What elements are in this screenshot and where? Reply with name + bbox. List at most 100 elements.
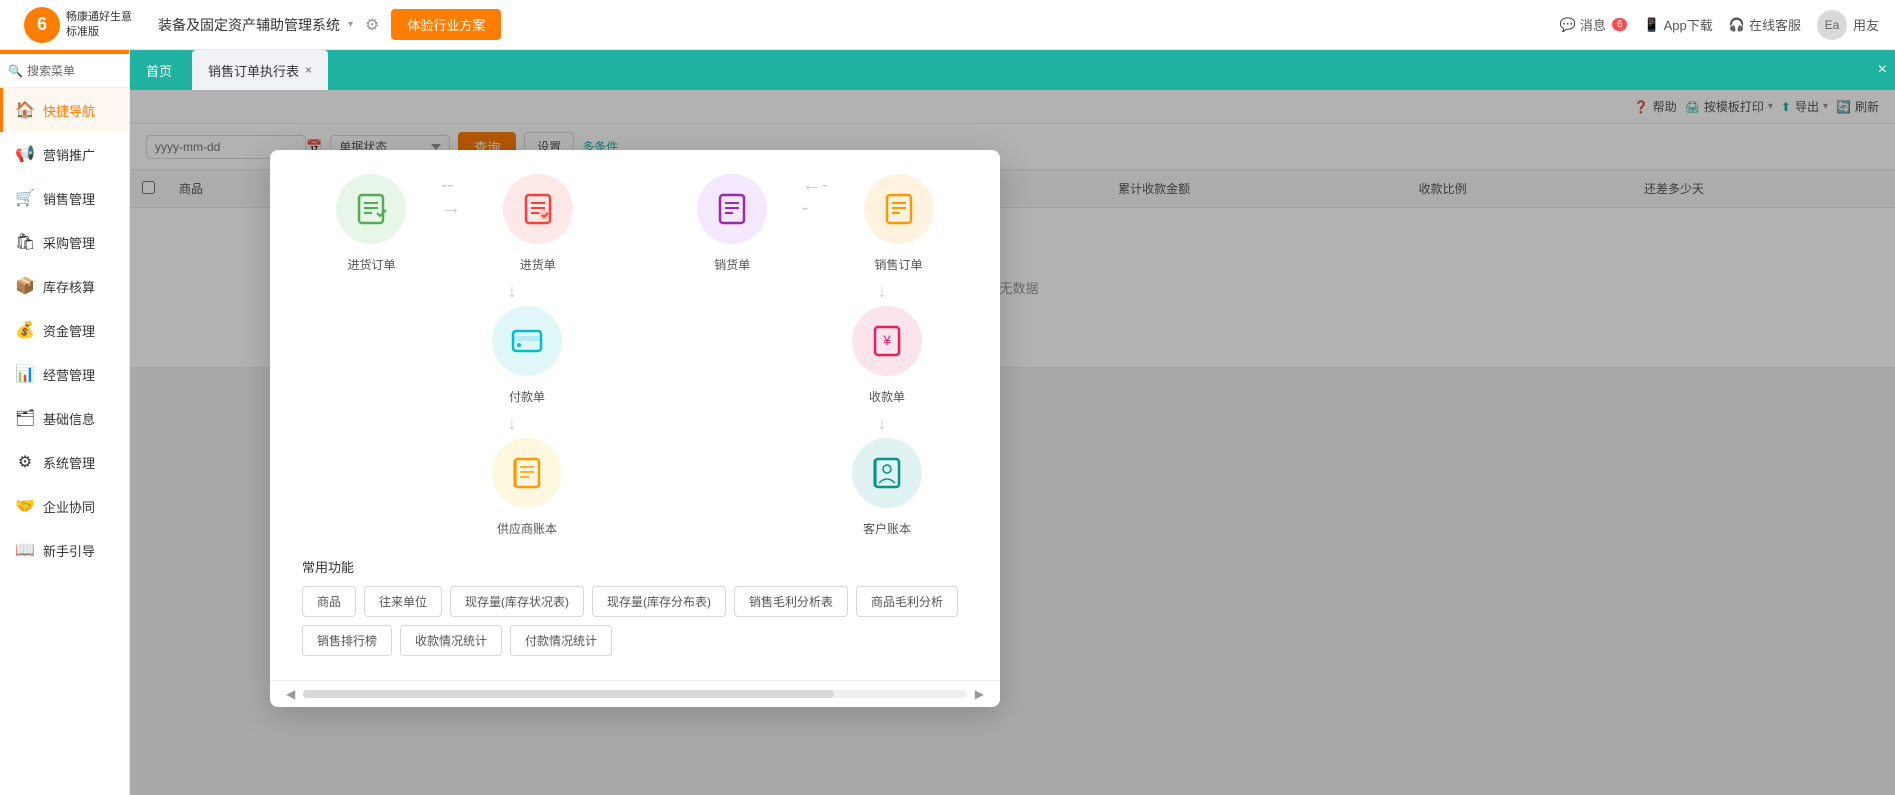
btn-payment-stat[interactable]: 付款情况统计 (510, 625, 612, 656)
flow-item-sales-bill[interactable]: 销货单 (663, 174, 802, 273)
sidebar-item-marketing[interactable]: 📢 营销推广 (0, 132, 129, 176)
scroll-right-icon[interactable]: ▶ (975, 687, 984, 701)
avatar: Ea (1817, 10, 1847, 40)
tab-close-icon[interactable]: × (305, 64, 312, 76)
sidebar-item-guide[interactable]: 📖 新手引导 (0, 528, 129, 572)
system-icon: ⚙ (15, 452, 35, 472)
supplier-ledger-label: 供应商账本 (497, 520, 557, 537)
home-icon: 🏠 (15, 100, 35, 120)
app-wrapper: 6 畅康通好生意 标准版 装备及固定资产辅助管理系统 ▾ ⚙ 体验行业方案 💬 … (0, 0, 1895, 795)
modal-overlay: 进货订单 - - → 进货单 (130, 90, 1895, 795)
trial-button[interactable]: 体验行业方案 (391, 9, 501, 40)
flow-item-purchase-bill[interactable]: 进货单 (468, 174, 607, 273)
top-right-area: 💬 消息 6 📱 App下载 🎧 在线客服 Ea 用友 (1560, 10, 1879, 40)
btn-unit[interactable]: 往来单位 (364, 586, 442, 617)
user-menu[interactable]: Ea 用友 (1817, 10, 1879, 40)
online-service-button[interactable]: 🎧 在线客服 (1729, 15, 1801, 34)
purchase-icon: 🛍 (15, 232, 35, 252)
sidebar-item-sales[interactable]: 🛒 销售管理 (0, 176, 129, 220)
payment-label: 付款单 (509, 388, 545, 405)
sidebar-item-quick-nav[interactable]: 🏠 快捷导航 (0, 88, 129, 132)
btn-product[interactable]: 商品 (302, 586, 356, 617)
finance-icon: 💰 (15, 320, 35, 340)
sidebar-item-operation[interactable]: 📊 经营管理 (0, 352, 129, 396)
basic-icon: 🗂 (15, 408, 35, 428)
tab-home[interactable]: 首页 (130, 50, 188, 90)
sidebar-item-finance[interactable]: 💰 资金管理 (0, 308, 129, 352)
flow-row-2: 付款单 ¥ 收款单 (302, 306, 968, 405)
arrow-h-1: - - → (441, 174, 468, 248)
purchase-order-label: 进货订单 (347, 256, 395, 273)
sidebar: 🔍 搜索菜单 🏠 快捷导航 📢 营销推广 🛒 销售管理 🛍 采购管理 📦 (0, 50, 130, 795)
modal-scroll-bar: ◀ ▶ (270, 680, 1000, 707)
logo-area: 6 畅康通好生意 标准版 (16, 7, 146, 43)
flow-item-payment[interactable]: 付款单 (452, 306, 602, 405)
arrow-down-2: ↓ (812, 281, 962, 302)
sidebar-item-purchase[interactable]: 🛍 采购管理 (0, 220, 129, 264)
btn-product-profit[interactable]: 商品毛利分析 (856, 586, 958, 617)
page-content: ❓ 帮助 🖨 按模板打印 ▾ ⬆ 导出 ▾ 🔄 (130, 90, 1895, 795)
flow-arrows-down-row-2: ↓ ↓ (302, 413, 968, 434)
main-area: 🔍 搜索菜单 🏠 快捷导航 📢 营销推广 🛒 销售管理 🛍 采购管理 📦 (0, 50, 1895, 795)
scroll-left-icon[interactable]: ◀ (286, 687, 295, 701)
sales-order-label: 销售订单 (875, 256, 923, 273)
tab-sales-order[interactable]: 销售订单执行表 × (192, 50, 328, 90)
sidebar-item-inventory[interactable]: 📦 库存核算 (0, 264, 129, 308)
sidebar-item-basic[interactable]: 🗂 基础信息 (0, 396, 129, 440)
logo-icon: 6 (24, 7, 60, 43)
sales-bill-icon (697, 174, 767, 244)
modal-content: 进货订单 - - → 进货单 (270, 150, 1000, 680)
scroll-track[interactable] (303, 690, 967, 698)
content-area: 首页 销售订单执行表 × × ❓ 帮助 🖨 按 (130, 50, 1895, 795)
customer-ledger-icon (852, 438, 922, 508)
customer-ledger-label: 客户账本 (863, 520, 911, 537)
sidebar-item-system[interactable]: ⚙ 系统管理 (0, 440, 129, 484)
flow-item-sales-order[interactable]: 销售订单 (829, 174, 968, 273)
flow-item-receipt[interactable]: ¥ 收款单 (812, 306, 962, 405)
svg-text:¥: ¥ (882, 332, 891, 348)
arrow-down-3: ↓ (452, 413, 602, 434)
common-functions-title: 常用功能 (302, 557, 968, 576)
dropdown-arrow-icon[interactable]: ▾ (348, 19, 353, 30)
common-functions-section: 常用功能 商品 往来单位 现存量(库存状况表) 现存量(库存分布表) 销售毛利分… (302, 557, 968, 656)
purchase-bill-label: 进货单 (520, 256, 556, 273)
top-bar: 6 畅康通好生意 标准版 装备及固定资产辅助管理系统 ▾ ⚙ 体验行业方案 💬 … (0, 0, 1895, 50)
collab-icon: 🤝 (15, 496, 35, 516)
common-btns-row-1: 商品 往来单位 现存量(库存状况表) 现存量(库存分布表) 销售毛利分析表 商品… (302, 586, 968, 617)
btn-sales-profit[interactable]: 销售毛利分析表 (734, 586, 848, 617)
headset-icon: 🎧 (1729, 17, 1745, 33)
tab-bar-close-icon[interactable]: × (1878, 61, 1887, 79)
btn-receipt-stat[interactable]: 收款情况统计 (400, 625, 502, 656)
tab-bar: 首页 销售订单执行表 × × (130, 50, 1895, 90)
flow-item-purchase-order[interactable]: 进货订单 (302, 174, 441, 273)
message-icon: 💬 (1560, 17, 1576, 33)
logo-text: 畅康通好生意 标准版 (66, 10, 132, 39)
message-badge: 6 (1612, 18, 1628, 31)
sidebar-item-collab[interactable]: 🤝 企业协同 (0, 484, 129, 528)
inventory-icon: 📦 (15, 276, 35, 296)
scroll-thumb (303, 690, 834, 698)
search-icon: 🔍 (8, 64, 23, 78)
receipt-label: 收款单 (869, 388, 905, 405)
btn-stock-dist[interactable]: 现存量(库存分布表) (592, 586, 726, 617)
common-btns-row-2: 销售排行榜 收款情况统计 付款情况统计 (302, 625, 968, 656)
sales-order-icon (864, 174, 934, 244)
flow-item-customer-ledger[interactable]: 客户账本 (812, 438, 962, 537)
payment-icon (492, 306, 562, 376)
message-button[interactable]: 💬 消息 6 (1560, 15, 1628, 34)
arrow-h-2: ← - - (802, 174, 829, 248)
flow-row-1: 进货订单 - - → 进货单 (302, 174, 968, 273)
btn-sales-rank[interactable]: 销售排行榜 (302, 625, 392, 656)
flow-row-3: 供应商账本 客户账本 (302, 438, 968, 537)
sales-bill-label: 销货单 (714, 256, 750, 273)
arrow-down-1: ↓ (452, 281, 602, 302)
flow-item-supplier-ledger[interactable]: 供应商账本 (452, 438, 602, 537)
settings-icon[interactable]: ⚙ (365, 15, 379, 35)
system-title: 装备及固定资产辅助管理系统 ▾ (158, 15, 353, 35)
btn-stock-status[interactable]: 现存量(库存状况表) (450, 586, 584, 617)
arrow-down-4: ↓ (812, 413, 962, 434)
app-download-button[interactable]: 📱 App下载 (1643, 15, 1712, 34)
purchase-order-icon (336, 174, 406, 244)
search-menu-button[interactable]: 🔍 搜索菜单 (0, 54, 129, 88)
supplier-ledger-icon (492, 438, 562, 508)
